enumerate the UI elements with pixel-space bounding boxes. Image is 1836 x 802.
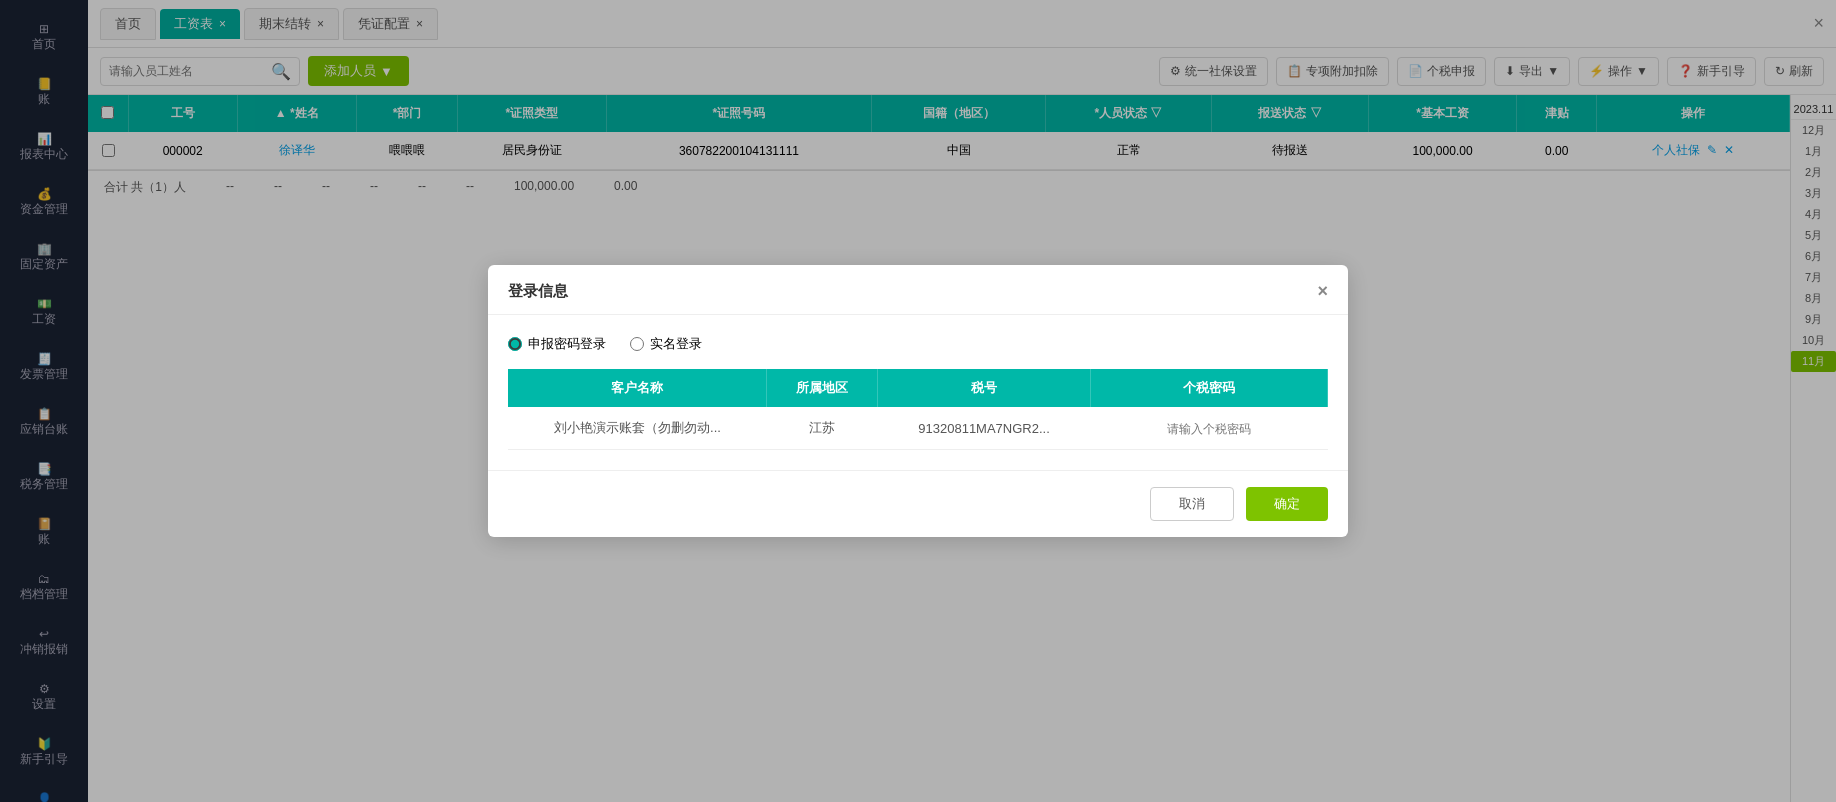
radio-password-label[interactable]: 申报密码登录 — [508, 335, 606, 353]
modal-col-client: 客户名称 — [508, 369, 767, 407]
radio-realname-label[interactable]: 实名登录 — [630, 335, 702, 353]
tax-password-input[interactable] — [1107, 422, 1312, 436]
radio-realname[interactable] — [630, 337, 644, 351]
client-table: 客户名称 所属地区 税号 个税密码 刘小艳演示账套（勿删勿动... 江苏 913… — [508, 369, 1328, 450]
modal-footer: 取消 确定 — [488, 470, 1348, 537]
modal-col-region: 所属地区 — [767, 369, 878, 407]
modal-title: 登录信息 — [508, 282, 568, 301]
cancel-button[interactable]: 取消 — [1150, 487, 1234, 521]
modal-col-password: 个税密码 — [1091, 369, 1328, 407]
client-region-cell: 江苏 — [767, 407, 878, 450]
client-password-cell[interactable] — [1091, 407, 1328, 450]
client-taxno-cell: 91320811MA7NGR2... — [878, 407, 1091, 450]
modal-close-button[interactable]: × — [1317, 281, 1328, 302]
modal-header: 登录信息 × — [488, 265, 1348, 315]
modal-col-taxno: 税号 — [878, 369, 1091, 407]
login-modal: 登录信息 × 申报密码登录 实名登录 客户名称 所属地区 — [488, 265, 1348, 537]
modal-overlay: 登录信息 × 申报密码登录 实名登录 客户名称 所属地区 — [0, 0, 1836, 802]
radio-password[interactable] — [508, 337, 522, 351]
modal-body: 申报密码登录 实名登录 客户名称 所属地区 税号 个税密码 — [488, 315, 1348, 470]
login-mode-group: 申报密码登录 实名登录 — [508, 335, 1328, 353]
confirm-button[interactable]: 确定 — [1246, 487, 1328, 521]
modal-table-row: 刘小艳演示账套（勿删勿动... 江苏 91320811MA7NGR2... — [508, 407, 1328, 450]
client-name-cell: 刘小艳演示账套（勿删勿动... — [508, 407, 767, 450]
